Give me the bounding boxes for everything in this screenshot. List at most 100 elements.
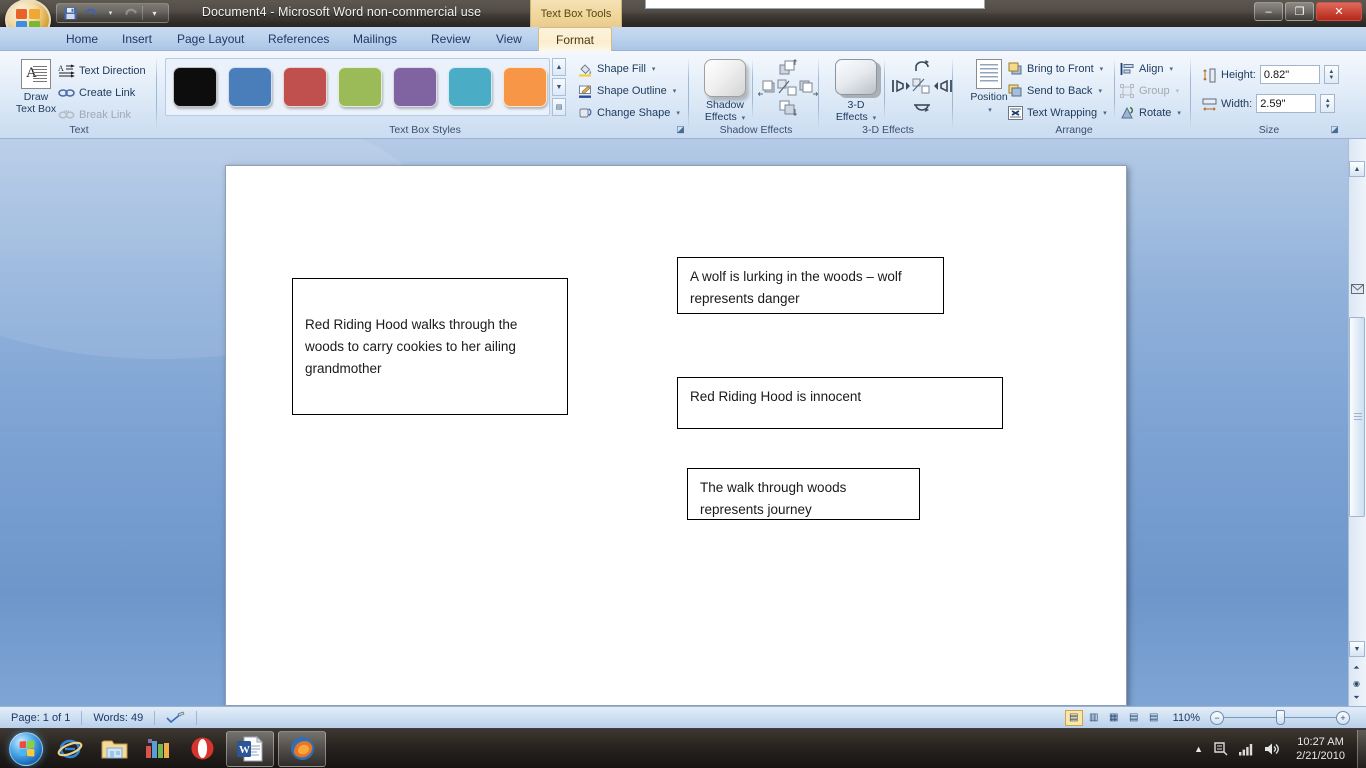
start-button[interactable] <box>4 730 48 768</box>
zoom-track[interactable] <box>1224 710 1336 725</box>
shadow-effects-button[interactable]: Shadow Effects ▾ <box>697 59 753 125</box>
align-caret[interactable]: ▾ <box>1169 65 1173 73</box>
document-page[interactable]: Red Riding Hood walks through the woods … <box>225 165 1127 706</box>
media-center-icon[interactable] <box>136 730 180 768</box>
zoom-in-button[interactable]: + <box>1336 710 1350 725</box>
view-web-layout[interactable]: ▦ <box>1105 710 1123 726</box>
proofing-errors-icon[interactable] <box>155 707 196 729</box>
width-input[interactable]: 2.59" <box>1256 94 1317 113</box>
zoom-thumb[interactable] <box>1276 710 1285 725</box>
internet-explorer-icon[interactable] <box>48 730 92 768</box>
firefox-taskbar-button[interactable] <box>278 730 326 767</box>
width-spinner[interactable]: ▲ ▼ <box>1320 94 1336 113</box>
microsoft-word-taskbar-button[interactable]: W <box>226 730 274 767</box>
tab-page-layout[interactable]: Page Layout <box>165 27 256 51</box>
tilt-down-button[interactable] <box>912 97 932 115</box>
view-draft[interactable]: ▤ <box>1145 710 1163 726</box>
style-swatch-green[interactable] <box>338 67 382 107</box>
change-shape-button[interactable]: Change Shape ▾ <box>578 103 680 123</box>
customize-qat-caret[interactable]: ▾ <box>146 5 163 21</box>
tab-format[interactable]: Format <box>538 27 612 52</box>
style-swatch-teal[interactable] <box>448 67 492 107</box>
shape-outline-caret[interactable]: ▾ <box>673 87 677 95</box>
textbox-journey[interactable]: The walk through woods represents journe… <box>687 468 920 520</box>
gallery-scroll-down-button[interactable]: ▼ <box>552 78 566 96</box>
show-desktop-button[interactable] <box>1357 729 1366 768</box>
position-caret[interactable]: ▾ <box>988 107 992 114</box>
style-swatch-purple[interactable] <box>393 67 437 107</box>
office-button[interactable] <box>5 0 51 27</box>
close-button[interactable]: ✕ <box>1316 2 1362 21</box>
word-count[interactable]: Words: 49 <box>82 707 154 729</box>
scroll-down-button[interactable]: ▼ <box>1349 641 1365 657</box>
vertical-scrollbar[interactable]: ▲ ▼ ⏶ ◉ ⏷ <box>1348 139 1366 706</box>
next-page-button[interactable]: ⏷ <box>1350 691 1363 704</box>
undo-dropdown-caret[interactable]: ▾ <box>102 5 119 21</box>
previous-page-button[interactable]: ⏶ <box>1350 661 1363 674</box>
tab-insert[interactable]: Insert <box>110 27 164 51</box>
tab-view[interactable]: View <box>484 27 534 51</box>
tilt-up-button[interactable] <box>912 57 932 75</box>
windows-explorer-icon[interactable] <box>92 730 136 768</box>
zoom-slider[interactable]: − + <box>1210 710 1360 725</box>
tab-home[interactable]: Home <box>54 27 110 51</box>
shadow-effects-caret[interactable]: ▾ <box>742 115 746 122</box>
height-input[interactable]: 0.82" <box>1259 65 1320 84</box>
bring-to-front-caret[interactable]: ▾ <box>1100 65 1104 73</box>
shape-fill-button[interactable]: Shape Fill ▾ <box>578 59 655 79</box>
shape-fill-caret[interactable]: ▾ <box>652 65 656 73</box>
volume-icon[interactable] <box>1264 742 1280 756</box>
select-browse-object-button[interactable]: ◉ <box>1350 677 1363 690</box>
three-d-on-off-button[interactable] <box>911 77 933 95</box>
bring-to-front-button[interactable]: Bring to Front ▾ <box>1008 59 1103 79</box>
shadow-on-off-button[interactable] <box>777 79 799 97</box>
send-to-back-button[interactable]: Send to Back ▾ <box>1008 81 1102 101</box>
textbox-innocent[interactable]: Red Riding Hood is innocent <box>677 377 1003 429</box>
view-print-layout[interactable]: ▤ <box>1064 709 1083 726</box>
height-spinner[interactable]: ▲ ▼ <box>1323 65 1339 84</box>
clock[interactable]: 10:27 AM 2/21/2010 <box>1290 735 1351 763</box>
style-swatch-black[interactable] <box>173 67 217 107</box>
draw-text-box-button[interactable]: Draw Text Box <box>8 59 64 115</box>
tilt-left-button[interactable] <box>890 77 912 95</box>
page-indicator[interactable]: Page: 1 of 1 <box>0 707 81 729</box>
create-link-button[interactable]: Create Link <box>58 83 135 103</box>
style-swatch-red[interactable] <box>283 67 327 107</box>
gallery-more-button[interactable]: ▤ <box>552 98 566 116</box>
save-icon[interactable] <box>62 5 79 21</box>
tab-references[interactable]: References <box>256 27 341 51</box>
zoom-out-button[interactable]: − <box>1210 710 1224 725</box>
text-wrapping-button[interactable]: Text Wrapping ▾ <box>1008 103 1107 123</box>
view-full-screen[interactable]: ▥ <box>1085 710 1103 726</box>
zoom-level[interactable]: 110% <box>1165 712 1208 724</box>
tab-review[interactable]: Review <box>419 27 482 51</box>
shape-outline-button[interactable]: Shape Outline ▾ <box>578 81 676 101</box>
text-direction-button[interactable]: A Text Direction <box>58 61 146 81</box>
textbox-wolf[interactable]: A wolf is lurking in the woods – wolf re… <box>677 257 944 314</box>
nudge-shadow-left-button[interactable] <box>758 79 778 97</box>
change-shape-caret[interactable]: ▾ <box>676 109 680 117</box>
view-outline[interactable]: ▤ <box>1125 710 1143 726</box>
nudge-shadow-up-button[interactable] <box>778 59 798 77</box>
minimize-button[interactable]: – <box>1254 2 1283 21</box>
action-center-icon[interactable] <box>1213 741 1228 756</box>
style-swatch-blue[interactable] <box>228 67 272 107</box>
three-d-effects-button[interactable]: 3-D Effects ▾ <box>828 59 884 125</box>
textbox-styles-dialog-launcher[interactable]: ◪ <box>675 124 686 135</box>
rotate-caret[interactable]: ▾ <box>1177 109 1181 117</box>
three-d-effects-caret[interactable]: ▾ <box>873 115 877 122</box>
send-to-back-caret[interactable]: ▾ <box>1098 87 1102 95</box>
scrollbar-thumb[interactable] <box>1349 317 1365 517</box>
size-dialog-launcher[interactable]: ◪ <box>1329 124 1340 135</box>
gallery-scroll-up-button[interactable]: ▲ <box>552 58 566 76</box>
nudge-shadow-down-button[interactable] <box>778 99 798 117</box>
scroll-up-button[interactable]: ▲ <box>1349 161 1365 177</box>
undo-icon[interactable] <box>82 5 99 21</box>
restore-button[interactable]: ❐ <box>1285 2 1314 21</box>
text-box-styles-gallery[interactable] <box>165 58 550 116</box>
style-swatch-orange[interactable] <box>503 67 547 107</box>
show-hidden-icons-button[interactable]: ▲ <box>1194 744 1203 754</box>
rotate-button[interactable]: Rotate ▾ <box>1120 103 1181 123</box>
browse-object-top-icon[interactable] <box>1349 281 1365 297</box>
tilt-right-button[interactable] <box>932 77 954 95</box>
